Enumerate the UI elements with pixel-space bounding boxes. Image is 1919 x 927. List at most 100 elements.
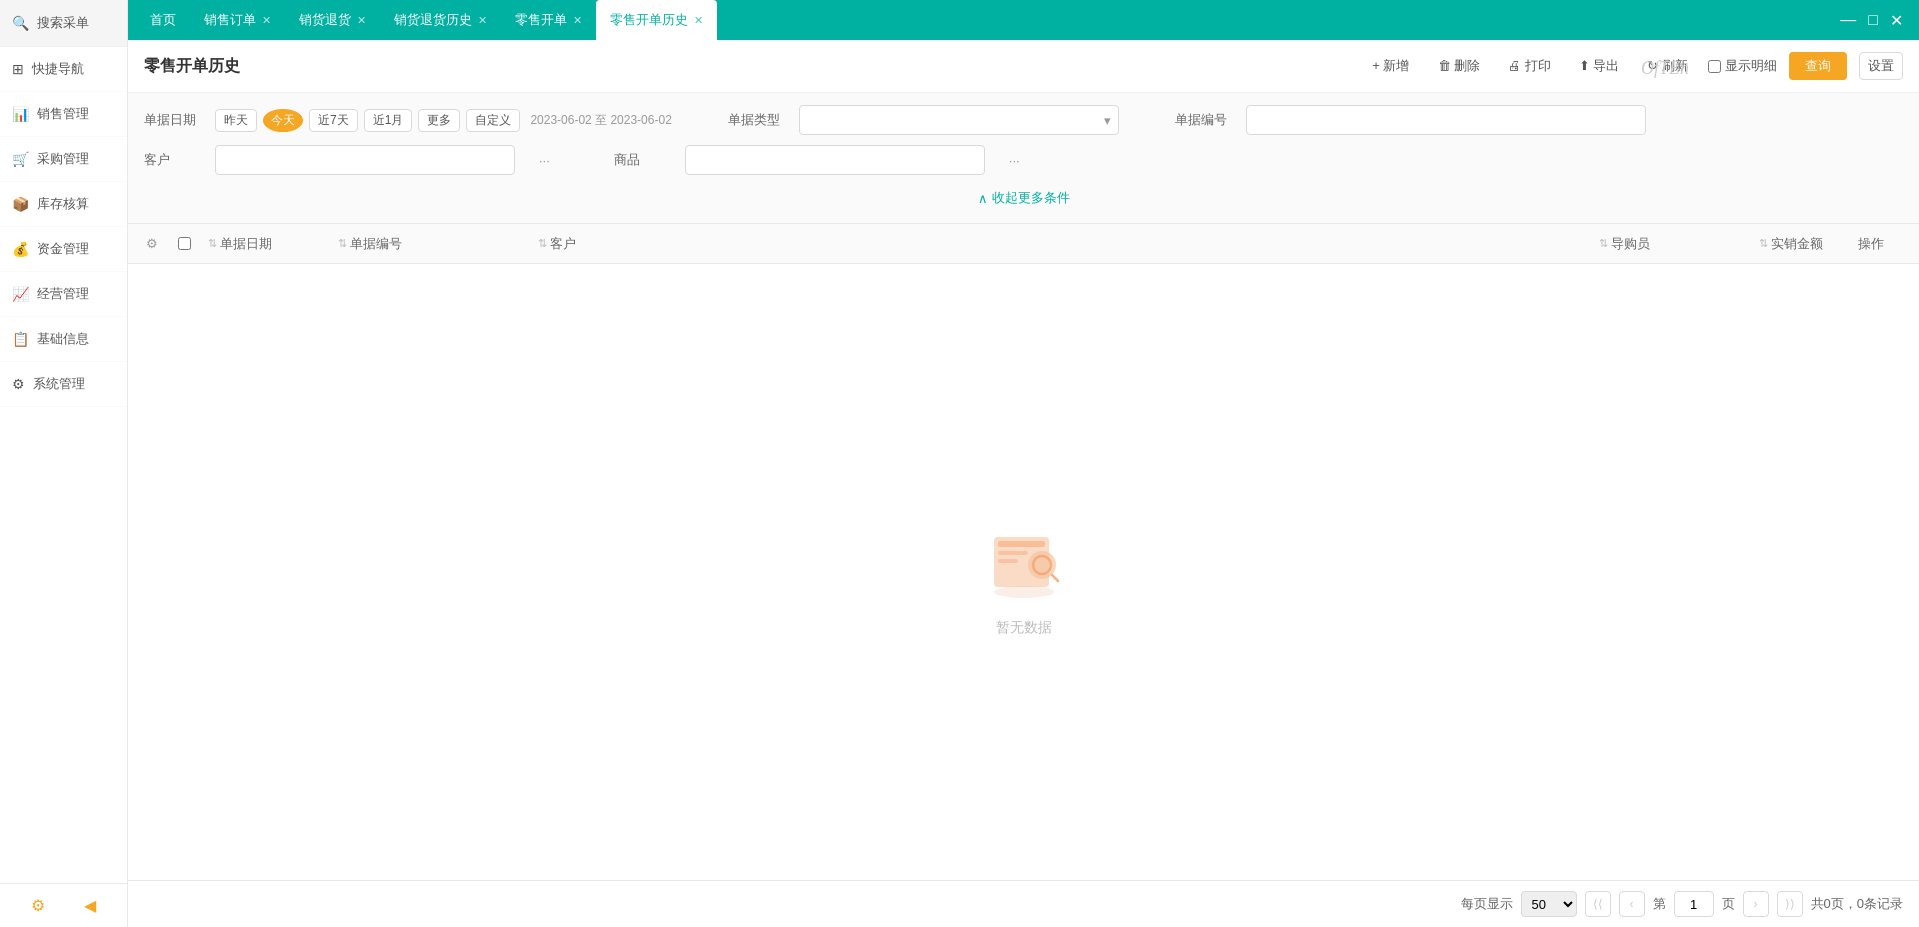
page-label: 第	[1653, 895, 1666, 913]
empty-state: 暂无数据	[128, 264, 1919, 880]
content-area: 零售开单历史 + 新增 🗑 删除 🖨 打印 ⬆ 导出 ↻ 刷新 显示明细 查询 …	[128, 40, 1919, 927]
show-detail-checkbox[interactable]: 显示明细	[1708, 57, 1777, 75]
tab-retail-open-history[interactable]: 零售开单历史 ✕	[596, 0, 717, 40]
per-page-label: 每页显示	[1461, 895, 1513, 913]
sidebar-item-sales-mgmt[interactable]: 📊销售管理	[0, 92, 127, 137]
date-btn-1month[interactable]: 近1月	[364, 109, 413, 132]
date-btn-more[interactable]: 更多	[418, 109, 460, 132]
tab-label-sales-return-history: 销货退货历史	[394, 11, 472, 29]
customer-ellipsis[interactable]: ···	[531, 153, 558, 168]
settings-bottom-icon[interactable]: ⚙	[31, 896, 45, 915]
minimize-button[interactable]: —	[1840, 11, 1856, 29]
filter-collapse-row: ∧ 收起更多条件	[144, 185, 1903, 211]
sidebar-item-inventory[interactable]: 📦库存核算	[0, 182, 127, 227]
number-filter-input[interactable]	[1246, 105, 1646, 135]
type-filter-label: 单据类型	[728, 111, 783, 129]
add-button[interactable]: + 新增	[1364, 53, 1417, 79]
first-page-button[interactable]: ⟨⟨	[1585, 891, 1611, 917]
maximize-button[interactable]: □	[1868, 11, 1878, 29]
customer-filter-input[interactable]	[215, 145, 515, 175]
number-filter-label: 单据编号	[1175, 111, 1230, 129]
settings-button[interactable]: 设置	[1859, 52, 1903, 80]
svg-rect-2	[998, 541, 1045, 547]
col-sort-icon-number: ⇅	[338, 237, 347, 250]
query-button[interactable]: 查询	[1789, 52, 1847, 80]
table-area: ⚙ ⇅ 单据日期 ⇅ 单据编号 ⇅ 客户 ⇅ 导购员	[128, 224, 1919, 880]
empty-text: 暂无数据	[996, 619, 1052, 637]
table-select-all[interactable]	[168, 237, 200, 250]
sidebar-item-purchase-mgmt[interactable]: 🛒采购管理	[0, 137, 127, 182]
col-header-customer[interactable]: ⇅ 客户	[530, 235, 1591, 253]
tab-bar: 首页销售订单✕销货退货✕ 销货退货历史 ✕ 零售开单 ✕ 零售开单历史 ✕ — □ ✕	[128, 0, 1919, 40]
per-page-select[interactable]: 50 100 200	[1521, 891, 1577, 917]
sidebar-item-system-mgmt[interactable]: ⚙系统管理	[0, 362, 127, 407]
collapse-chevron-icon: ∧	[978, 191, 988, 206]
page-input[interactable]	[1674, 891, 1714, 917]
main-area: 首页销售订单✕销货退货✕ 销货退货历史 ✕ 零售开单 ✕ 零售开单历史 ✕ — □ ✕ 零售…	[128, 0, 1919, 927]
svg-line-7	[1052, 575, 1058, 581]
type-filter-select-wrap: ▾	[799, 105, 1119, 135]
date-btn-yesterday[interactable]: 昨天	[215, 109, 257, 132]
toolbar: + 新增 🗑 删除 🖨 打印 ⬆ 导出 ↻ 刷新 显示明细 查询 设置	[1364, 52, 1903, 80]
sidebar-item-operations[interactable]: 📈经营管理	[0, 272, 127, 317]
col-header-amount[interactable]: ⇅ 实销金额	[1711, 235, 1831, 253]
filter-row-2: 客户 ··· 商品 ···	[144, 145, 1903, 175]
prev-page-button[interactable]: ‹	[1619, 891, 1645, 917]
empty-illustration	[974, 507, 1074, 607]
collapse-sidebar-icon[interactable]: ◀	[84, 896, 96, 915]
last-page-button[interactable]: ⟩⟩	[1777, 891, 1803, 917]
tab-sales-order[interactable]: 销售订单✕	[190, 0, 285, 40]
show-detail-input[interactable]	[1708, 60, 1721, 73]
col-header-number[interactable]: ⇅ 单据编号	[330, 235, 530, 253]
date-btn-today[interactable]: 今天	[263, 109, 303, 132]
product-filter-input[interactable]	[685, 145, 985, 175]
col-sort-icon-salesman: ⇅	[1599, 237, 1608, 250]
customer-filter-label: 客户	[144, 151, 199, 169]
tab-label-retail-open: 零售开单	[515, 11, 567, 29]
table-settings-icon[interactable]: ⚙	[136, 236, 168, 251]
col-sort-icon-date: ⇅	[208, 237, 217, 250]
tab-close-sales-return-history[interactable]: ✕	[478, 14, 487, 27]
refresh-button[interactable]: ↻ 刷新	[1639, 53, 1696, 79]
date-btn-7days[interactable]: 近7天	[309, 109, 358, 132]
sidebar-item-finance[interactable]: 💰资金管理	[0, 227, 127, 272]
sidebar-icon-sales-mgmt: 📊	[12, 106, 29, 122]
sidebar-item-basic-info[interactable]: 📋基础信息	[0, 317, 127, 362]
collapse-button[interactable]: ∧ 收起更多条件	[978, 185, 1070, 211]
tab-close-sales-return[interactable]: ✕	[357, 14, 366, 27]
tab-home[interactable]: 首页	[136, 0, 190, 40]
date-btn-custom[interactable]: 自定义	[466, 109, 520, 132]
col-sort-icon-customer: ⇅	[538, 237, 547, 250]
sidebar-icon-quick-nav: ⊞	[12, 61, 24, 77]
date-range-text: 2023-06-02 至 2023-06-02	[530, 112, 671, 129]
tab-close-retail-open-history[interactable]: ✕	[694, 14, 703, 27]
print-button[interactable]: 🖨 打印	[1500, 53, 1559, 79]
date-filter-label: 单据日期	[144, 111, 199, 129]
select-all-checkbox[interactable]	[178, 237, 191, 250]
tab-sales-return[interactable]: 销货退货✕	[285, 0, 380, 40]
page-header: 零售开单历史 + 新增 🗑 删除 🖨 打印 ⬆ 导出 ↻ 刷新 显示明细 查询 …	[128, 40, 1919, 93]
product-ellipsis[interactable]: ···	[1001, 153, 1028, 168]
sidebar-item-quick-nav[interactable]: ⊞快捷导航	[0, 47, 127, 92]
filter-area: 单据日期 昨天 今天 近7天 近1月 更多 自定义 2023-06-02 至 2…	[128, 93, 1919, 224]
table-header: ⚙ ⇅ 单据日期 ⇅ 单据编号 ⇅ 客户 ⇅ 导购员	[128, 224, 1919, 264]
pagination-info: 共0页，0条记录	[1811, 895, 1903, 913]
next-page-button[interactable]: ›	[1743, 891, 1769, 917]
sidebar-bottom: ⚙ ◀	[0, 883, 127, 927]
tab-sales-return-history[interactable]: 销货退货历史 ✕	[380, 0, 501, 40]
tab-label-retail-open-history: 零售开单历史	[610, 11, 688, 29]
delete-button[interactable]: 🗑 删除	[1430, 53, 1489, 79]
close-button[interactable]: ✕	[1890, 11, 1903, 30]
col-header-salesman[interactable]: ⇅ 导购员	[1591, 235, 1711, 253]
type-filter-select[interactable]	[799, 105, 1119, 135]
tab-retail-open[interactable]: 零售开单 ✕	[501, 0, 596, 40]
tab-close-retail-open[interactable]: ✕	[573, 14, 582, 27]
sidebar-icon-system-mgmt: ⚙	[12, 376, 25, 392]
page-title: 零售开单历史	[144, 56, 1364, 77]
sidebar-search-label: 搜索采单	[37, 14, 89, 32]
tab-close-sales-order[interactable]: ✕	[262, 14, 271, 27]
sidebar-icon-finance: 💰	[12, 241, 29, 257]
export-button[interactable]: ⬆ 导出	[1571, 53, 1628, 79]
sidebar-search[interactable]: 🔍 搜索采单	[0, 0, 127, 47]
col-header-date[interactable]: ⇅ 单据日期	[200, 235, 330, 253]
